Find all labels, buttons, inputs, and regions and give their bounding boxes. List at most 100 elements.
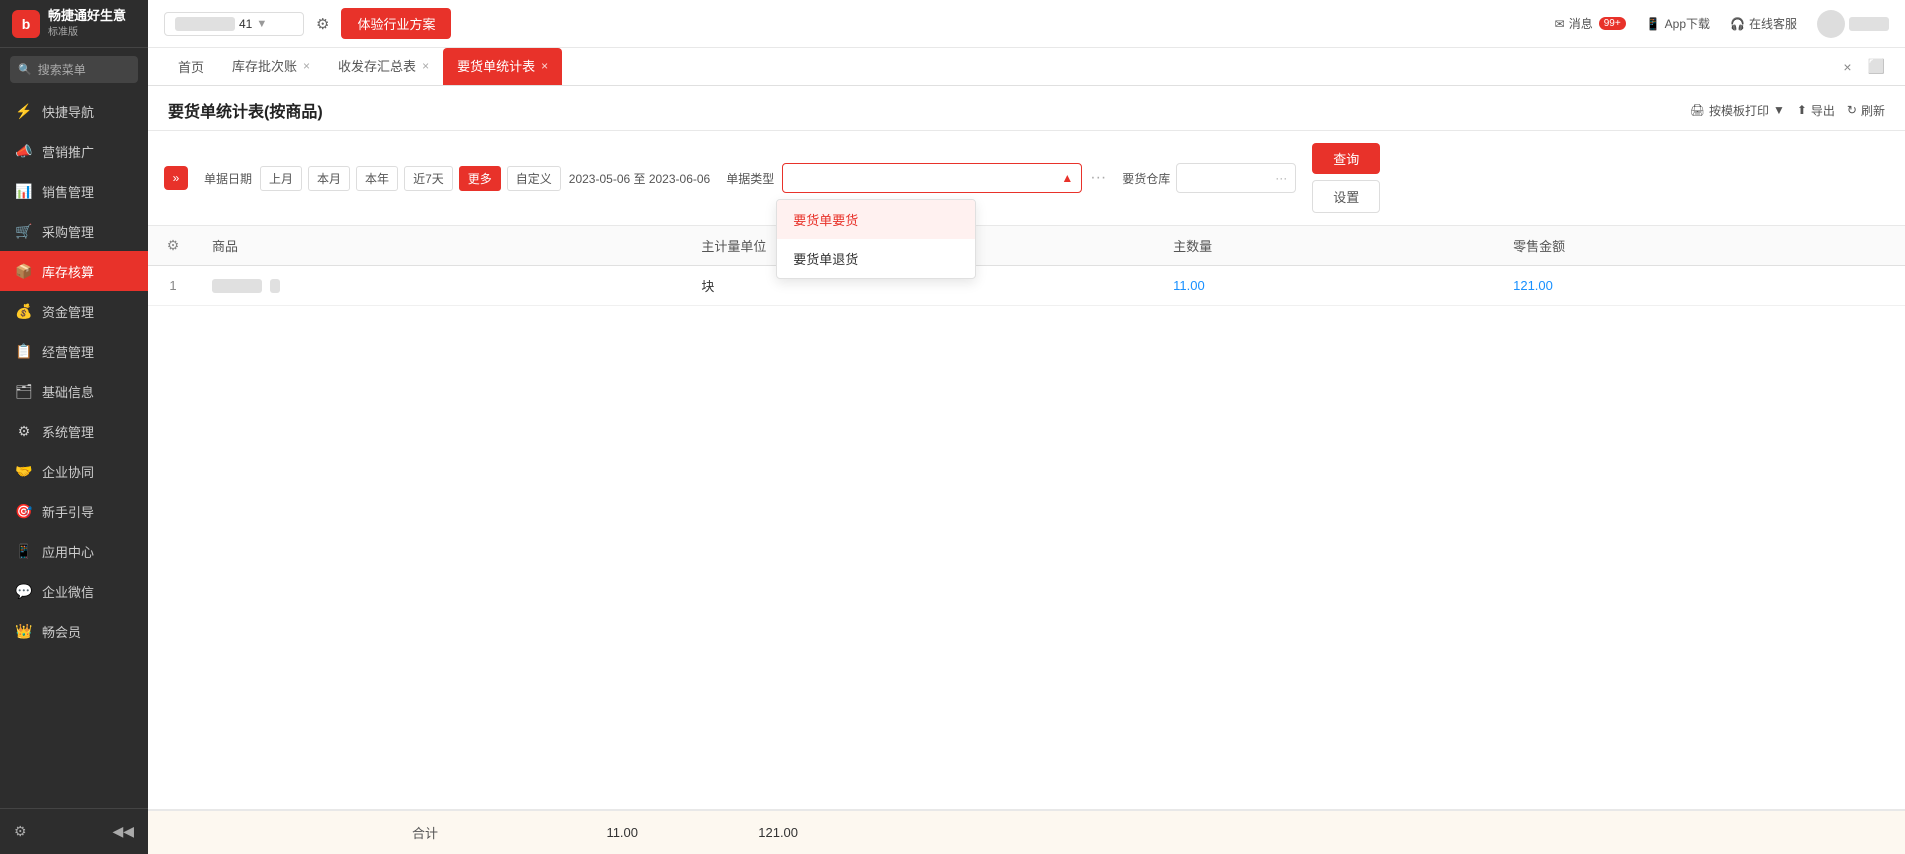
tab-home[interactable]: 首页: [164, 49, 218, 84]
row-product: [198, 266, 687, 306]
this-year-btn[interactable]: 本年: [356, 166, 398, 191]
dropdown-item-order[interactable]: 要货单要货: [777, 200, 975, 239]
sidebar-item-basic-info[interactable]: 🗂 基础信息: [0, 371, 148, 411]
messages-badge: 99+: [1599, 17, 1626, 30]
filter-expand-btn[interactable]: »: [164, 166, 188, 190]
table-settings-icon[interactable]: ⚙: [167, 237, 180, 253]
sidebar-item-label: 快捷导航: [42, 102, 94, 121]
sidebar-item-label: 采购管理: [42, 222, 94, 241]
tab-maximize-btn[interactable]: ⬜: [1864, 54, 1889, 79]
type-select-box[interactable]: ▲: [782, 163, 1082, 193]
app-download-label: App下载: [1665, 15, 1710, 32]
collapse-icon[interactable]: ◀◀: [108, 819, 138, 844]
tab-order-stats[interactable]: 要货单统计表 ×: [443, 48, 562, 85]
warehouse-chevron-icon: ···: [1275, 171, 1287, 185]
filter-date-buttons: 上月 本月 本年 近7天 更多 自定义: [260, 166, 561, 191]
sidebar-item-sales[interactable]: 📊 销售管理: [0, 171, 148, 211]
app-center-icon: 📱: [14, 541, 34, 561]
sidebar-item-guide[interactable]: 🎯 新手引导: [0, 491, 148, 531]
online-service-item[interactable]: 🎧 在线客服: [1730, 15, 1797, 32]
main-area: 41 ▼ ⚙ 体验行业方案 ✉ 消息 99+ 📱 App下载 🎧 在线客服: [148, 0, 1905, 854]
last-7days-btn[interactable]: 近7天: [404, 166, 453, 191]
sidebar-item-app-center[interactable]: 📱 应用中心: [0, 531, 148, 571]
topbar-search-box[interactable]: 41 ▼: [164, 12, 304, 36]
sidebar-item-label: 企业微信: [42, 582, 94, 601]
logo-icon: b: [12, 10, 40, 38]
quick-nav-icon: ⚡: [14, 101, 34, 121]
industry-btn[interactable]: 体验行业方案: [341, 8, 451, 39]
sidebar-item-operation[interactable]: 📋 经营管理: [0, 331, 148, 371]
sidebar-item-quick-nav[interactable]: ⚡ 快捷导航: [0, 91, 148, 131]
page-title: 要货单统计表(按商品): [168, 98, 323, 122]
query-btn[interactable]: 查询: [1312, 143, 1380, 174]
tab-receipt-summary[interactable]: 收发存汇总表 ×: [324, 48, 443, 85]
sidebar-item-label: 营销推广: [42, 142, 94, 161]
row-index: 1: [148, 266, 198, 306]
type-chevron-icon[interactable]: ▲: [1061, 171, 1073, 185]
sidebar-item-finance[interactable]: 💰 资金管理: [0, 291, 148, 331]
topbar-number: 41: [239, 17, 252, 31]
service-icon: 🎧: [1730, 17, 1745, 31]
enterprise-icon: 🤝: [14, 461, 34, 481]
tab-close-order-stats[interactable]: ×: [541, 59, 548, 73]
more-btn[interactable]: 更多: [459, 166, 501, 191]
warehouse-select[interactable]: ···: [1176, 163, 1296, 193]
messages-item[interactable]: ✉ 消息 99+: [1555, 15, 1626, 32]
page-header-actions: 🖨 按模板打印 ▼ ⬆ 导出 ↻ 刷新: [1690, 102, 1885, 119]
messages-icon: ✉: [1555, 17, 1565, 31]
col-settings[interactable]: ⚙: [148, 226, 198, 266]
sidebar-item-label: 企业协同: [42, 462, 94, 481]
app-download-item[interactable]: 📱 App下载: [1646, 15, 1710, 32]
refresh-btn[interactable]: ↻ 刷新: [1847, 102, 1885, 119]
print-template-btn[interactable]: 🖨 按模板打印 ▼: [1690, 102, 1785, 119]
set-btn[interactable]: 设置: [1312, 180, 1380, 213]
sidebar-item-inventory[interactable]: 📦 库存核算: [0, 251, 148, 291]
topbar-search-text: [175, 17, 235, 31]
footer-amount: 121.00: [678, 825, 798, 840]
last-month-btn[interactable]: 上月: [260, 166, 302, 191]
tab-inventory-batch[interactable]: 库存批次账 ×: [218, 48, 324, 85]
warehouse-label: 要货仓库: [1122, 170, 1170, 187]
search-icon: 🔍: [18, 63, 32, 76]
sidebar-item-purchase[interactable]: 🛒 采购管理: [0, 211, 148, 251]
sidebar-item-system[interactable]: ⚙ 系统管理: [0, 411, 148, 451]
sidebar-item-label: 系统管理: [42, 422, 94, 441]
finance-icon: 💰: [14, 301, 34, 321]
dropdown-item-return[interactable]: 要货单退货: [777, 239, 975, 278]
footer-label: 合计: [412, 823, 438, 842]
sidebar-item-label: 经营管理: [42, 342, 94, 361]
member-icon: 👑: [14, 621, 34, 641]
date-label: 单据日期: [204, 170, 252, 187]
topbar-gear-icon[interactable]: ⚙: [316, 15, 329, 33]
guide-icon: 🎯: [14, 501, 34, 521]
sidebar-search[interactable]: 🔍 搜索菜单: [10, 56, 138, 83]
sidebar-item-marketing[interactable]: 📣 营销推广: [0, 131, 148, 171]
date-range: 2023-05-06 至 2023-06-06: [569, 170, 710, 187]
table-header-row: ⚙ 商品 主计量单位 主数量 零售金额: [148, 226, 1905, 266]
user-item[interactable]: [1817, 10, 1889, 38]
this-month-btn[interactable]: 本月: [308, 166, 350, 191]
tab-close-receipt-summary[interactable]: ×: [422, 59, 429, 73]
tab-label: 要货单统计表: [457, 56, 535, 75]
sidebar-search-label: 搜索菜单: [38, 61, 86, 78]
settings-bottom-icon[interactable]: ⚙: [10, 819, 31, 844]
page-header: 要货单统计表(按商品) 🖨 按模板打印 ▼ ⬆ 导出 ↻ 刷新: [148, 86, 1905, 131]
filter-area: » 单据日期 上月 本月 本年 近7天 更多 自定义 2023-05-06 至 …: [148, 131, 1905, 226]
topbar-chevron-icon: ▼: [256, 18, 267, 30]
sidebar-item-wechat[interactable]: 💬 企业微信: [0, 571, 148, 611]
sidebar-item-label: 销售管理: [42, 182, 94, 201]
type-dropdown: 要货单要货 要货单退货: [776, 199, 976, 279]
sidebar-item-label: 新手引导: [42, 502, 94, 521]
chevron-down-icon: ▼: [1773, 103, 1785, 117]
wechat-icon: 💬: [14, 581, 34, 601]
sidebar-item-member[interactable]: 👑 畅会员: [0, 611, 148, 651]
footer-quantity: 11.00: [518, 825, 638, 840]
tab-close-window-btn[interactable]: ×: [1839, 55, 1855, 79]
sidebar-item-enterprise[interactable]: 🤝 企业协同: [0, 451, 148, 491]
table-row: 1 块 11.00 121.00: [148, 266, 1905, 306]
tab-close-inventory-batch[interactable]: ×: [303, 59, 310, 73]
custom-btn[interactable]: 自定义: [507, 166, 561, 191]
filter-more-dots[interactable]: ···: [1090, 169, 1106, 187]
export-btn[interactable]: ⬆ 导出: [1797, 102, 1835, 119]
sidebar-item-label: 资金管理: [42, 302, 94, 321]
